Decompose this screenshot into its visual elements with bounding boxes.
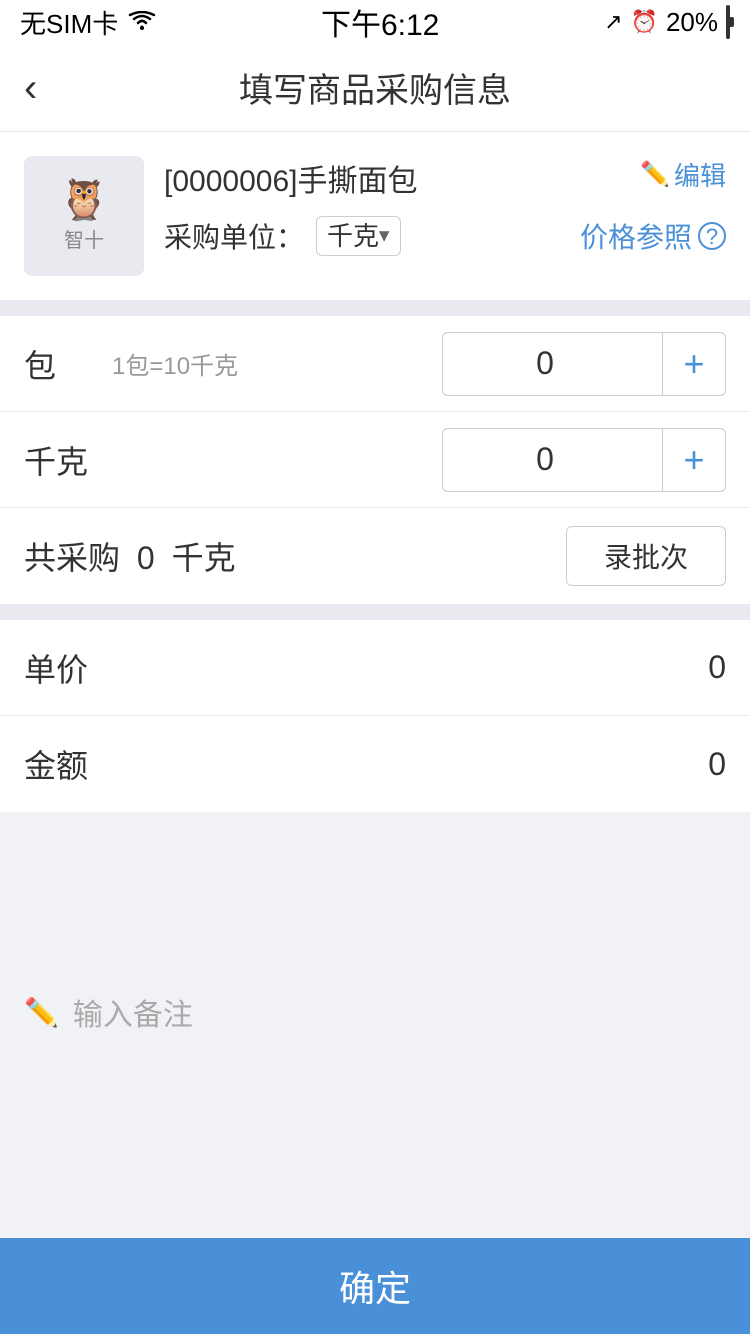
confirm-button[interactable]: 确定 — [0, 1238, 750, 1334]
brand-text: 智十 — [64, 224, 104, 253]
unit-select-wrap[interactable]: 千克 — [316, 216, 401, 256]
total-text: 共采购 0 千克 — [24, 533, 236, 579]
status-left: 无SIM卡 — [20, 4, 156, 41]
status-bar: 无SIM卡 下午6:12 ↗ ⏰ 20% — [0, 0, 750, 44]
status-time: 下午6:12 — [321, 0, 439, 44]
edit-icon: ✏️ — [640, 160, 670, 189]
bag-label: 包 — [24, 341, 104, 387]
total-row: 共采购 0 千克 录批次 — [0, 508, 750, 604]
edit-button[interactable]: ✏️ 编辑 — [640, 156, 726, 193]
price-section: 单价 0 金额 0 — [0, 620, 750, 812]
owl-icon: 🦉 — [59, 180, 109, 220]
unit-price-label: 单价 — [24, 645, 88, 691]
alarm-icon: ⏰ — [631, 9, 658, 35]
section-divider-1 — [0, 300, 750, 316]
bag-input-right: + — [442, 332, 726, 396]
remark-placeholder: 输入备注 — [73, 990, 193, 1034]
location-icon: ↗ — [604, 9, 622, 35]
kg-quantity-input[interactable] — [442, 428, 662, 492]
unit-label-text: 采购单位： — [164, 216, 304, 256]
unit-price-row: 单价 0 — [0, 620, 750, 716]
battery-icon — [726, 7, 730, 38]
product-card: 🦉 智十 [0000006]手撕面包 ✏️ 编辑 采购单位： 千克 价格参照 ? — [0, 132, 750, 300]
nav-bar: ‹ 填写商品采购信息 — [0, 44, 750, 132]
amount-label: 金额 — [24, 741, 88, 787]
bag-plus-button[interactable]: + — [662, 332, 726, 396]
kg-input-row: 千克 + — [0, 412, 750, 508]
kg-plus-button[interactable]: + — [662, 428, 726, 492]
kg-input-right: + — [442, 428, 726, 492]
product-thumbnail: 🦉 智十 — [24, 156, 144, 276]
carrier-text: 无SIM卡 — [20, 4, 118, 41]
price-ref-help-icon[interactable]: ? — [698, 222, 726, 250]
bag-input-row: 包 1包=10千克 + — [0, 316, 750, 412]
bag-sub-label: 1包=10千克 — [112, 346, 238, 381]
wifi-icon — [128, 7, 156, 38]
price-ref-button[interactable]: 价格参照 — [580, 216, 692, 256]
amount-value: 0 — [708, 746, 726, 783]
kg-label: 千克 — [24, 437, 104, 483]
product-unit-row: 采购单位： 千克 价格参照 ? — [164, 216, 726, 256]
back-button[interactable]: ‹ — [24, 68, 37, 108]
batch-button[interactable]: 录批次 — [566, 526, 726, 586]
total-label: 共采购 — [24, 540, 120, 576]
input-section: 包 1包=10千克 + 千克 + — [0, 316, 750, 508]
edit-label: 编辑 — [674, 156, 726, 193]
pencil-icon: ✏️ — [24, 996, 59, 1029]
status-right: ↗ ⏰ 20% — [604, 7, 730, 38]
bag-quantity-input[interactable] — [442, 332, 662, 396]
page-title: 填写商品采购信息 — [239, 63, 511, 112]
unit-select[interactable]: 千克 — [316, 216, 401, 256]
section-divider-2 — [0, 604, 750, 620]
unit-price-value: 0 — [708, 649, 726, 686]
product-name: [0000006]手撕面包 — [164, 156, 417, 200]
product-info: [0000006]手撕面包 ✏️ 编辑 采购单位： 千克 价格参照 ? — [164, 156, 726, 256]
battery-percent: 20% — [666, 7, 718, 38]
remark-section[interactable]: ✏️ 输入备注 — [0, 812, 750, 1212]
amount-row: 金额 0 — [0, 716, 750, 812]
total-amount: 0 — [137, 540, 155, 576]
total-unit: 千克 — [172, 540, 236, 576]
